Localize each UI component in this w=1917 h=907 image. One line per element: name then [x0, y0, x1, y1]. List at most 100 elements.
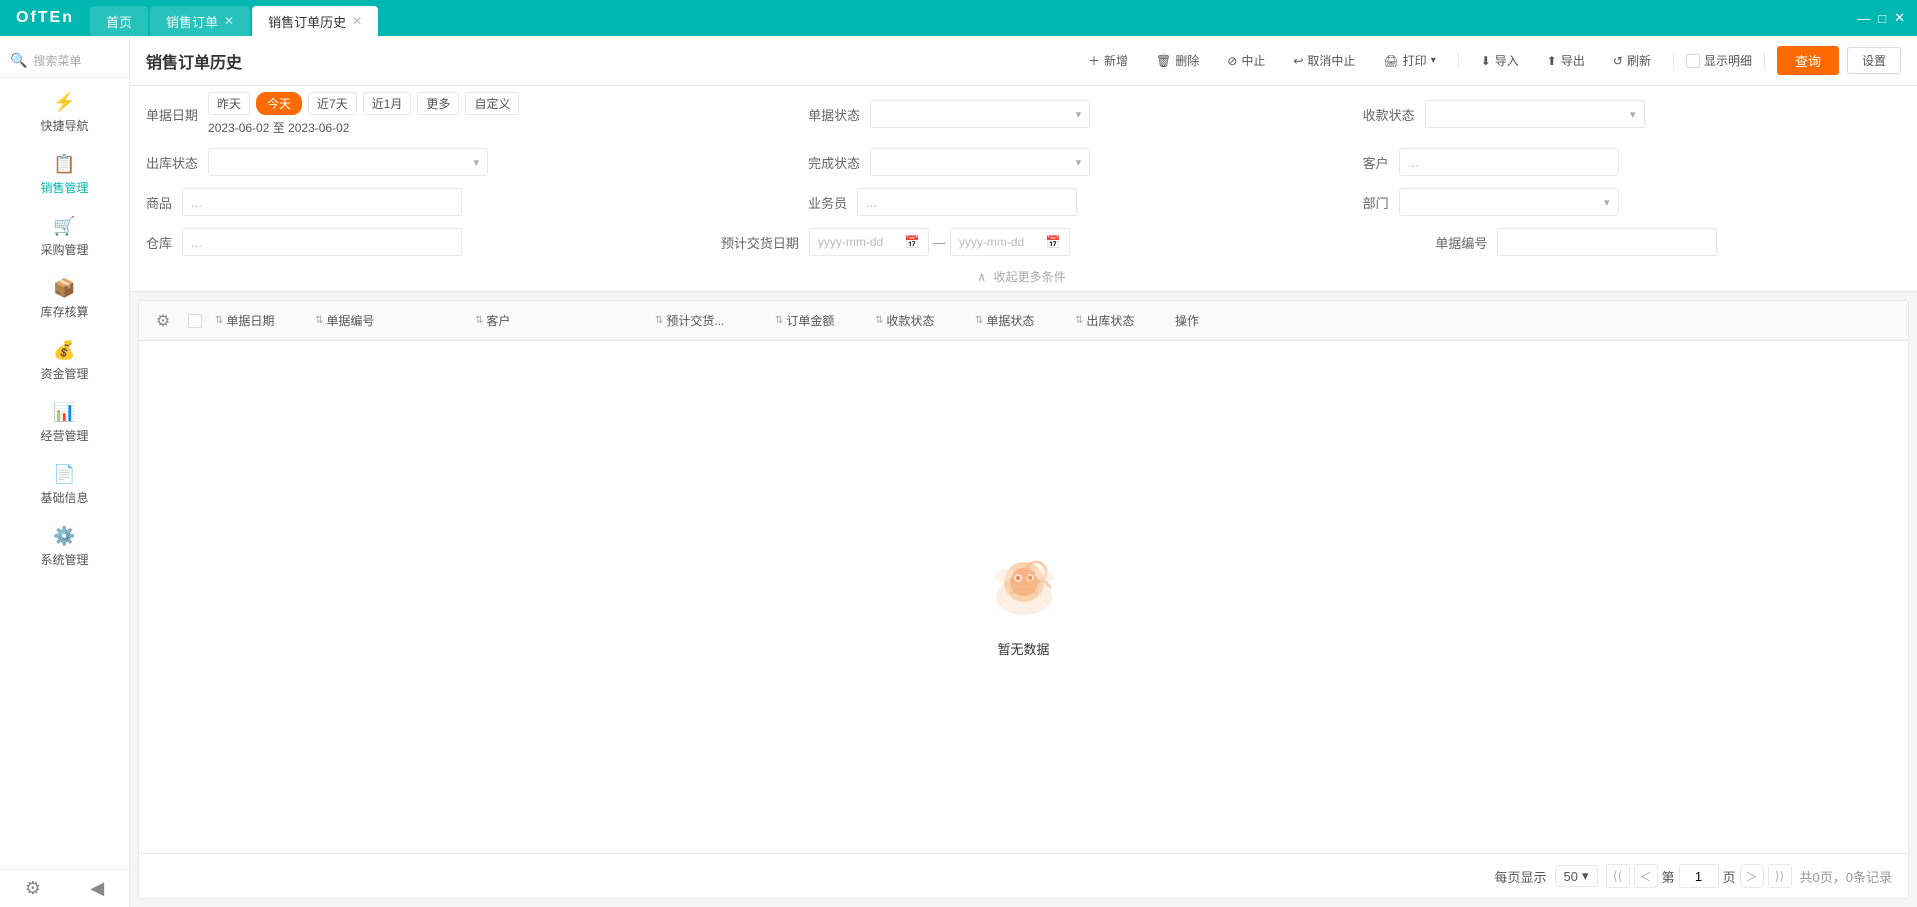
order-no-label: 单据编号 [1435, 233, 1493, 252]
th-status[interactable]: ⇅ 单据状态 [971, 312, 1071, 329]
new-button[interactable]: ＋ 新增 [1078, 48, 1138, 73]
date-today-btn[interactable]: 今天 [256, 92, 302, 115]
basic-info-icon: 📄 [53, 464, 75, 485]
tab-sales-order-history[interactable]: 销售订单历史 ✕ [252, 6, 378, 36]
th-payment[interactable]: ⇅ 收款状态 [871, 312, 971, 329]
warehouse-input[interactable]: ... [182, 228, 462, 256]
th-customer[interactable]: ⇅ 客户 [471, 312, 651, 329]
order-status-arrow: ▾ [1076, 108, 1082, 121]
date-custom-btn[interactable]: 自定义 [465, 92, 519, 115]
tab-sales-order[interactable]: 销售订单 ✕ [150, 6, 250, 36]
filter-goods-cell: 商品 ... [146, 188, 792, 216]
tab-sales-order-history-close[interactable]: ✕ [352, 14, 362, 28]
page-size-value: 50 [1564, 869, 1578, 884]
import-button[interactable]: ⬇ 导入 [1471, 48, 1529, 73]
calendar-start-icon[interactable]: 📅 [905, 235, 920, 249]
th-delivery[interactable]: ⇅ 预计交货... [651, 312, 771, 329]
show-detail-checkbox[interactable] [1686, 54, 1700, 68]
collapse-bar[interactable]: ∧ 收起更多条件 [130, 262, 1917, 292]
page-number-input[interactable] [1679, 864, 1719, 888]
page-last-btn[interactable]: ⟩⟩ [1768, 864, 1792, 888]
date-options-group: 昨天 今天 近7天 近1月 更多 自定义 [208, 92, 519, 115]
th-warehouse-label: 出库状态 [1086, 312, 1134, 329]
payment-status-label: 收款状态 [1363, 105, 1421, 124]
sys-mgmt-icon: ⚙️ [53, 526, 75, 547]
warehouse-status-label: 出库状态 [146, 153, 204, 172]
select-all-checkbox[interactable] [179, 314, 211, 328]
export-button[interactable]: ⬆ 导出 [1537, 48, 1595, 73]
cancel-stop-icon: ↩ [1293, 54, 1303, 68]
date-7days-btn[interactable]: 近7天 [308, 92, 357, 115]
complete-status-select[interactable]: ▾ [870, 148, 1090, 176]
cancel-stop-button[interactable]: ↩ 取消中止 [1283, 48, 1365, 73]
page-first-btn[interactable]: ⟨⟨ [1606, 864, 1630, 888]
payment-status-select[interactable]: ▾ [1425, 100, 1645, 128]
th-status-label: 单据状态 [986, 312, 1034, 329]
sidebar-collapse-icon[interactable]: ◀ [90, 878, 104, 899]
select-all-box[interactable] [188, 314, 202, 328]
page-size-label: 每页显示 [1494, 867, 1546, 886]
calendar-end-icon[interactable]: 📅 [1046, 235, 1061, 249]
sidebar-item-sales-mgmt[interactable]: 📋 销售管理 [0, 144, 129, 206]
th-amount[interactable]: ⇅ 订单金额 [771, 312, 871, 329]
th-payment-label: 收款状态 [886, 312, 934, 329]
department-select[interactable]: ▾ [1399, 188, 1619, 216]
th-order-no-label: 单据编号 [326, 312, 374, 329]
sidebar-search[interactable]: 🔍 搜索菜单 [0, 44, 129, 78]
stop-button[interactable]: ⊘ 中止 [1217, 48, 1275, 73]
close-btn[interactable]: ✕ [1894, 10, 1905, 26]
sidebar-bottom: ⚙ ◀ [0, 869, 129, 907]
date-more-btn[interactable]: 更多 [417, 92, 459, 115]
goods-label: 商品 [146, 193, 178, 212]
show-detail-toggle[interactable]: 显示明细 [1686, 52, 1752, 69]
new-icon: ＋ [1088, 52, 1100, 69]
th-order-no[interactable]: ⇅ 单据编号 [311, 312, 471, 329]
sidebar-item-operations-label: 经营管理 [40, 427, 88, 444]
print-button[interactable]: 🖨 打印 ▾ [1373, 48, 1445, 73]
main-layout: 🔍 搜索菜单 ⚡ 快捷导航 📋 销售管理 🛒 采购管理 📦 库存核算 💰 资金管… [0, 36, 1917, 907]
delivery-end-input[interactable]: yyyy-mm-dd 📅 [950, 228, 1070, 256]
warehouse-status-select[interactable]: ▾ [208, 148, 488, 176]
column-settings-btn[interactable]: ⚙ [147, 311, 179, 331]
minimize-btn[interactable]: — [1857, 11, 1870, 26]
page-next-btn[interactable]: ＞ [1740, 864, 1764, 888]
import-label: 导入 [1495, 52, 1519, 69]
import-icon: ⬇ [1481, 54, 1491, 68]
settings-button[interactable]: 设置 [1847, 47, 1901, 74]
page-prev-btn[interactable]: ＜ [1634, 864, 1658, 888]
sidebar-item-operations[interactable]: 📊 经营管理 [0, 392, 129, 454]
delete-button[interactable]: 🗑 删除 [1146, 48, 1209, 73]
sidebar-item-sys-mgmt[interactable]: ⚙️ 系统管理 [0, 516, 129, 578]
sidebar-item-sys-mgmt-label: 系统管理 [40, 551, 88, 568]
page-size-select[interactable]: 50 ▾ [1555, 865, 1598, 887]
maximize-btn[interactable]: □ [1878, 11, 1886, 26]
order-no-input[interactable] [1497, 228, 1717, 256]
tab-sales-order-close[interactable]: ✕ [224, 14, 234, 28]
total-info: 共0页，0条记录 [1800, 867, 1892, 886]
goods-input[interactable]: ... [182, 188, 462, 216]
delivery-start-input[interactable]: yyyy-mm-dd 📅 [809, 228, 929, 256]
th-warehouse[interactable]: ⇅ 出库状态 [1071, 312, 1171, 329]
customer-input[interactable]: ... [1399, 148, 1619, 176]
date-yesterday-btn[interactable]: 昨天 [208, 92, 250, 115]
sidebar-settings-icon[interactable]: ⚙ [25, 878, 41, 899]
operations-icon: 📊 [53, 402, 75, 423]
date-1month-btn[interactable]: 近1月 [363, 92, 412, 115]
order-status-select[interactable]: ▾ [870, 100, 1090, 128]
table-area: ⚙ ⇅ 单据日期 ⇅ 单据编号 ⇅ 客户 ⇅ 预计交货. [138, 300, 1909, 899]
purchase-mgmt-icon: 🛒 [53, 216, 75, 237]
sidebar-item-purchase-mgmt[interactable]: 🛒 采购管理 [0, 206, 129, 268]
sort-icon-7: ⇅ [975, 315, 983, 326]
query-button[interactable]: 查询 [1777, 46, 1839, 75]
salesperson-input[interactable]: ... [857, 188, 1077, 216]
refresh-button[interactable]: ↺ 刷新 [1603, 48, 1661, 73]
tab-home[interactable]: 首页 [90, 6, 148, 36]
sidebar-item-inventory[interactable]: 📦 库存核算 [0, 268, 129, 330]
sidebar-item-basic-info[interactable]: 📄 基础信息 [0, 454, 129, 516]
th-action-label: 操作 [1175, 312, 1199, 329]
th-date[interactable]: ⇅ 单据日期 [211, 312, 311, 329]
sidebar-item-finance[interactable]: 💰 资金管理 [0, 330, 129, 392]
empty-state: 暂无数据 [974, 537, 1074, 658]
sidebar-search-label: 搜索菜单 [33, 52, 81, 69]
sidebar-item-quick-nav[interactable]: ⚡ 快捷导航 [0, 82, 129, 144]
